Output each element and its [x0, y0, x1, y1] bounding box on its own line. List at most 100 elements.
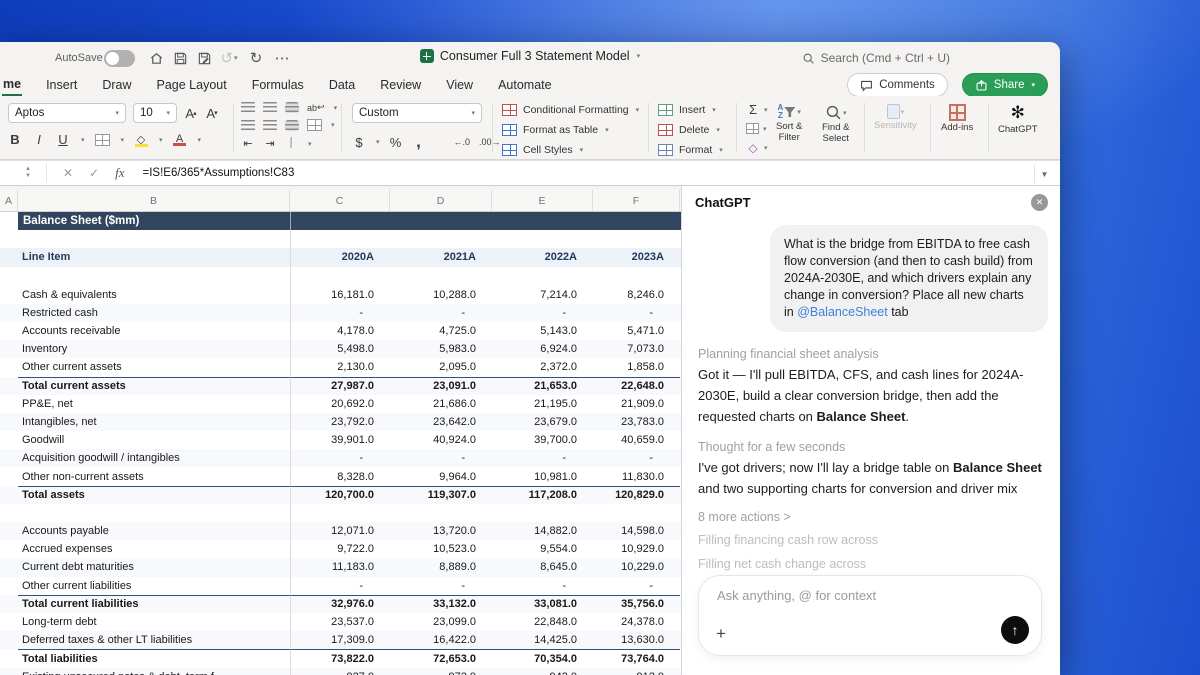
grow-font-button[interactable]: A ▴ [184, 106, 198, 121]
table-row[interactable]: Long-term debt 23,537.0 23,099.0 22,848.0 24… [0, 612, 681, 632]
find-select-button[interactable]: ▾ Find & Select [822, 104, 849, 145]
cell-a[interactable] [0, 577, 18, 595]
table-row[interactable] [0, 503, 681, 522]
spreadsheet-cell[interactable]: 33,132.0 [390, 594, 492, 613]
column-header-A[interactable]: A [0, 190, 18, 211]
comments-button[interactable]: Comments [847, 73, 948, 97]
spreadsheet-cell[interactable]: 11,183.0 [290, 558, 390, 577]
align-right-icon[interactable] [285, 119, 299, 131]
spreadsheet-cell[interactable]: 20,692.0 [290, 394, 390, 413]
spreadsheet-cell[interactable]: 2,130.0 [290, 358, 390, 377]
spreadsheet-cell[interactable]: 16,181.0 [290, 285, 390, 304]
line-item-header[interactable]: Line Item [18, 248, 290, 266]
line-item-label[interactable]: Restricted cash [18, 304, 290, 322]
spreadsheet-cell[interactable]: 33,081.0 [492, 594, 593, 613]
sensitivity-button[interactable]: ▾ Sensitivity [874, 104, 917, 132]
column-header-C[interactable]: C [290, 190, 390, 211]
spreadsheet-cell[interactable]: 23,537.0 [290, 612, 390, 632]
year-header-2023A[interactable]: 2023A [593, 248, 680, 266]
more-actions-link[interactable]: 8 more actions > [698, 510, 1044, 524]
line-item-label[interactable]: Other current assets [18, 358, 290, 376]
underline-chevron-icon[interactable]: ▾ [81, 136, 85, 144]
format-cells-button[interactable]: Format [679, 144, 712, 156]
italic-button[interactable]: I [32, 132, 46, 147]
balancesheet-mention-link[interactable]: @BalanceSheet [797, 305, 888, 319]
spreadsheet-cell[interactable]: 23,792.0 [290, 412, 390, 432]
font-color-button[interactable]: A [173, 133, 187, 146]
percent-button[interactable]: % [389, 135, 403, 150]
table-row[interactable]: Inventory 5,498.0 5,983.0 6,924.0 7,073.0 [0, 340, 681, 359]
line-item-label[interactable]: Accrued expenses [18, 540, 290, 558]
spreadsheet-cell[interactable]: 117,208.0 [492, 485, 593, 504]
spreadsheet-cell[interactable]: 13,720.0 [390, 522, 492, 540]
table-row[interactable]: PP&E, net 20,692.0 21,686.0 21,195.0 21,909.… [0, 394, 681, 413]
spreadsheet-cell[interactable]: 9,964.0 [390, 467, 492, 485]
cell-a[interactable] [0, 522, 18, 540]
table-row[interactable]: Cash & equivalents 16,181.0 10,288.0 7,214.… [0, 285, 681, 304]
cell-a[interactable] [0, 395, 18, 413]
spreadsheet-cell[interactable]: - [492, 577, 593, 595]
cell-a[interactable] [0, 286, 18, 304]
line-item-label[interactable]: Other non-current assets [18, 467, 290, 485]
spreadsheet-cell[interactable]: 120,829.0 [593, 485, 680, 504]
tab-view[interactable]: View [445, 76, 474, 95]
sheet-grid[interactable]: Balance Sheet ($mm) Line Item 2020A 2021A… [0, 212, 681, 675]
spreadsheet-cell[interactable]: - [390, 304, 492, 322]
tab-draw[interactable]: Draw [101, 76, 132, 95]
line-item-label[interactable]: Total current assets [18, 376, 290, 395]
orientation-icon[interactable]: ⟋ [282, 134, 301, 153]
merge-center-icon[interactable] [307, 119, 322, 131]
spreadsheet-cell[interactable]: 21,686.0 [390, 395, 492, 413]
align-middle-icon[interactable] [263, 102, 277, 113]
align-center-icon[interactable] [263, 119, 277, 131]
autosum-button[interactable]: Σ [746, 102, 760, 117]
cell-a[interactable] [0, 340, 18, 358]
spreadsheet-cell[interactable] [593, 504, 680, 522]
spreadsheet-cell[interactable]: - [593, 449, 680, 467]
align-top-icon[interactable] [241, 102, 255, 113]
spreadsheet-cell[interactable]: 16,422.0 [390, 631, 492, 649]
year-header-2021A[interactable]: 2021A [390, 248, 492, 266]
spreadsheet-cell[interactable]: 10,229.0 [593, 558, 680, 576]
spreadsheet-cell[interactable] [492, 504, 593, 522]
fill-color-chevron-icon[interactable]: ▾ [159, 136, 163, 144]
spreadsheet-cell[interactable]: 8,889.0 [390, 558, 492, 576]
cell-a[interactable] [0, 595, 18, 613]
bold-button[interactable]: B [8, 132, 22, 147]
spreadsheet-cell[interactable]: 23,783.0 [593, 413, 680, 431]
spreadsheet-cell[interactable]: 1,858.0 [593, 358, 680, 376]
spreadsheet-cell[interactable]: 4,725.0 [390, 322, 492, 340]
spreadsheet-cell[interactable]: - [492, 304, 593, 322]
borders-button[interactable] [94, 133, 110, 146]
align-bottom-icon[interactable] [285, 102, 299, 113]
tab-data[interactable]: Data [328, 76, 356, 95]
wrap-chevron-icon[interactable]: ▾ [334, 104, 338, 112]
spreadsheet-cell[interactable]: - [593, 304, 680, 322]
spreadsheet-cell[interactable]: 9,722.0 [290, 540, 390, 559]
table-row[interactable]: Accounts payable 12,071.0 13,720.0 14,882.0… [0, 522, 681, 541]
comma-style-button[interactable]: , [412, 132, 426, 152]
spreadsheet-cell[interactable]: 120,700.0 [290, 485, 390, 504]
table-row[interactable]: Intangibles, net 23,792.0 23,642.0 23,679.0… [0, 412, 681, 432]
attach-plus-icon[interactable]: + [716, 624, 726, 644]
spreadsheet-cell[interactable]: 40,924.0 [390, 431, 492, 449]
sort-filter-button[interactable]: AZ ▾ Sort & Filter [776, 104, 802, 144]
spreadsheet-cell[interactable]: 927.0 [290, 667, 390, 675]
spreadsheet-cell[interactable]: 24,378.0 [593, 613, 680, 631]
formula-text[interactable]: =IS!E6/365*Assumptions!C83 [143, 167, 295, 179]
line-item-label[interactable]: Other current liabilities [18, 577, 290, 595]
insert-cells-button[interactable]: Insert [679, 104, 705, 116]
search-box[interactable]: Search (Cmd + Ctrl + U) [802, 51, 950, 65]
spreadsheet-cell[interactable]: 72,653.0 [390, 649, 492, 667]
tab-formulas[interactable]: Formulas [251, 76, 305, 95]
shrink-font-button[interactable]: A ▾ [205, 106, 219, 121]
cell-a[interactable] [0, 413, 18, 431]
table-row[interactable]: Total assets 120,700.0 119,307.0 117,208.0 1… [0, 485, 681, 504]
year-header-2022A[interactable]: 2022A [492, 248, 593, 266]
line-item-label[interactable]: Deferred taxes & other LT liabilities [18, 631, 290, 649]
wrap-text-icon[interactable]: ab ↩ [307, 102, 325, 113]
spreadsheet-cell[interactable]: 5,498.0 [290, 340, 390, 359]
spreadsheet-cell[interactable]: 2,372.0 [492, 358, 593, 376]
spreadsheet-cell[interactable]: 27,987.0 [290, 376, 390, 395]
table-row[interactable]: Other non-current assets 8,328.0 9,964.0 10… [0, 467, 681, 486]
